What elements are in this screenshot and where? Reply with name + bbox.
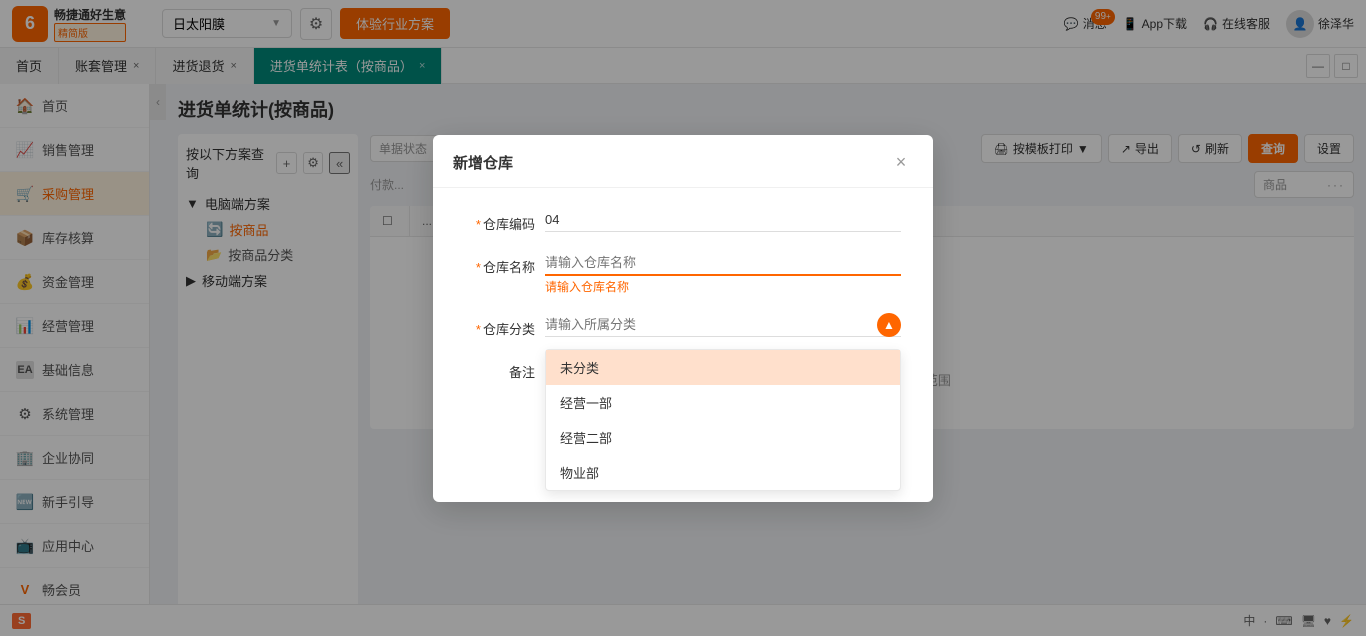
- dropdown-item-ops2[interactable]: 经营二部: [546, 420, 900, 455]
- form-row-code: 仓库编码: [465, 208, 901, 233]
- add-warehouse-modal: 新增仓库 × 仓库编码 仓库名称 请输入仓库名称: [433, 135, 933, 502]
- form-row-category: 仓库分类 ▲ 未分类 经营一部 经营二部 物业部: [465, 313, 901, 338]
- modal-header: 新增仓库 ×: [433, 135, 933, 188]
- name-input[interactable]: [545, 251, 901, 276]
- code-input[interactable]: [545, 208, 901, 232]
- category-label: 仓库分类: [465, 313, 545, 338]
- modal-body: 仓库编码 仓库名称 请输入仓库名称 仓库分类 ▲: [433, 188, 933, 437]
- name-label: 仓库名称: [465, 251, 545, 276]
- category-input[interactable]: [545, 313, 901, 337]
- modal-title: 新增仓库: [453, 152, 513, 173]
- category-select-wrapper: ▲ 未分类 经营一部 经营二部 物业部: [545, 313, 901, 337]
- dropdown-item-unclassified[interactable]: 未分类: [546, 350, 900, 385]
- close-icon: ×: [896, 152, 907, 173]
- dropdown-item-ops1[interactable]: 经营一部: [546, 385, 900, 420]
- chevron-up-icon: ▲: [883, 318, 895, 332]
- name-error-msg: 请输入仓库名称: [545, 278, 629, 295]
- remark-label: 备注: [465, 356, 545, 381]
- code-label: 仓库编码: [465, 208, 545, 233]
- dropdown-item-property[interactable]: 物业部: [546, 455, 900, 490]
- category-dropdown: 未分类 经营一部 经营二部 物业部: [545, 349, 901, 491]
- form-row-name: 仓库名称 请输入仓库名称: [465, 251, 901, 295]
- modal-overlay[interactable]: 新增仓库 × 仓库编码 仓库名称 请输入仓库名称: [0, 0, 1366, 636]
- category-dropdown-toggle[interactable]: ▲: [877, 313, 901, 337]
- modal-close-button[interactable]: ×: [889, 151, 913, 175]
